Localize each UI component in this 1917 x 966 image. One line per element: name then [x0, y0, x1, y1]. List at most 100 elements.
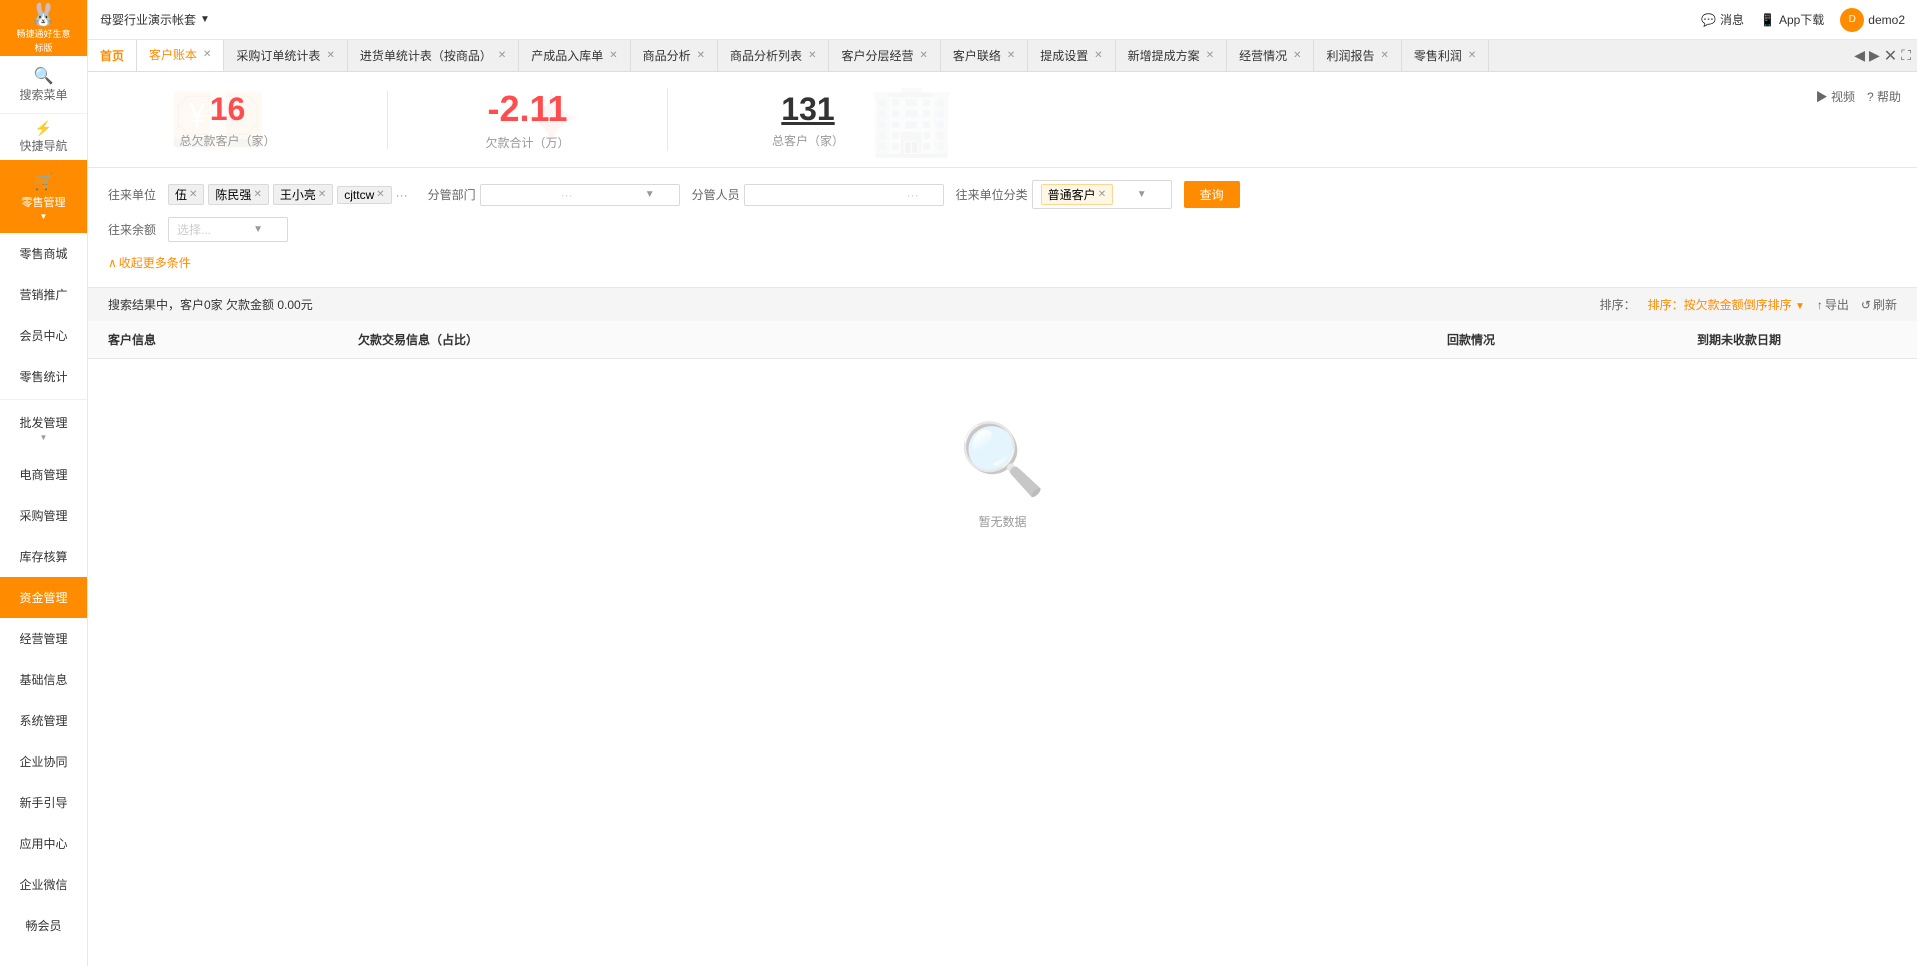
query-button[interactable]: 查询 [1184, 181, 1240, 208]
filter-row-2: 往来余额 选择... ▼ [108, 217, 1897, 242]
env-dropdown-icon: ▼ [200, 14, 210, 25]
tab-customer-contact[interactable]: 客户联络 ✕ [941, 40, 1028, 72]
tab-profit-report[interactable]: 利润报告 ✕ [1314, 40, 1401, 72]
unit-filter-label: 往来单位 [108, 186, 156, 203]
tab-close-tier[interactable]: ✕ [919, 50, 927, 61]
header-left: 母婴行业演示帐套 ▼ [100, 11, 210, 28]
tab-retail-profit[interactable]: 零售利润 ✕ [1402, 40, 1489, 72]
dept-label: 分管部门 [428, 186, 476, 203]
sidebar-logo: 🐰 畅捷通好生意 标版 [0, 0, 87, 56]
empty-state: 🔍 暂无数据 [88, 359, 1917, 590]
stat-total-customers: 131 总客户（家） [668, 91, 948, 149]
search-result-bar: 搜索结果中，客户0家 欠款金额 0.00元 排序： 排序：按欠款金额倒序排序 ▼… [88, 288, 1917, 321]
tab-close-all-icon[interactable]: ✕ [1884, 46, 1897, 66]
tab-close-account-book[interactable]: ✕ [203, 49, 211, 60]
tab-product-analysis-list[interactable]: 商品分析列表 ✕ [718, 40, 829, 72]
tab-inbound-stats[interactable]: 进货单统计表（按商品） ✕ [348, 40, 519, 72]
sidebar-item-guide[interactable]: 新手引导 [0, 782, 87, 823]
tag-wang: 王小亮 ✕ [273, 184, 333, 205]
export-btn[interactable]: ↑ 导出 [1817, 296, 1849, 313]
tab-expand-icon[interactable]: ⛶ [1901, 47, 1911, 64]
tag-chen-remove[interactable]: ✕ [253, 189, 261, 200]
user-avatar[interactable]: D demo2 [1840, 8, 1905, 32]
sidebar-item-marketing[interactable]: 营销推广 [0, 274, 87, 315]
tab-home[interactable]: 首页 [88, 40, 137, 72]
filter-more-tags[interactable]: ··· [396, 188, 408, 202]
sidebar-item-finance[interactable]: 资金管理 [0, 577, 87, 618]
tab-close-add-commission[interactable]: ✕ [1206, 50, 1214, 61]
video-help-btn[interactable]: ▶ 视频 [1816, 88, 1855, 105]
tab-purchase-order[interactable]: 采购订单统计表 ✕ [224, 40, 347, 72]
sidebar-item-purchase[interactable]: 采购管理 [0, 495, 87, 536]
tab-commission-setting[interactable]: 提成设置 ✕ [1028, 40, 1115, 72]
sidebar-item-operation[interactable]: 经营管理 [0, 618, 87, 659]
filter-row-1: 往来单位 伍 ✕ 陈民强 ✕ 王小亮 ✕ cjttcw [108, 180, 1897, 209]
unit-type-label: 往来单位分类 [956, 186, 1028, 203]
tab-close-commission[interactable]: ✕ [1094, 50, 1102, 61]
tab-close-analysis[interactable]: ✕ [697, 50, 705, 61]
sidebar-item-system[interactable]: 系统管理 [0, 700, 87, 741]
sidebar-item-vip[interactable]: 畅会员 [0, 905, 87, 946]
messages-btn[interactable]: 💬 消息 [1701, 11, 1744, 28]
tab-bar: 首页 客户账本 ✕ 采购订单统计表 ✕ 进货单统计表（按商品） ✕ 产成品入库单… [88, 40, 1917, 72]
tab-close-purchase[interactable]: ✕ [326, 50, 334, 61]
tab-close-retail[interactable]: ✕ [1468, 50, 1476, 61]
tab-close-operation[interactable]: ✕ [1293, 50, 1301, 61]
tab-close-profit[interactable]: ✕ [1381, 50, 1389, 61]
refresh-btn[interactable]: ↺ 刷新 [1861, 296, 1897, 313]
tab-close-analysis-list[interactable]: ✕ [808, 50, 816, 61]
sidebar-item-quicknav[interactable]: ⚡ 快捷导航 [0, 114, 87, 160]
tab-close-product[interactable]: ✕ [609, 50, 617, 61]
person-select[interactable]: ··· [744, 184, 944, 206]
tab-close-contact[interactable]: ✕ [1007, 50, 1015, 61]
dept-select[interactable]: ··· ▼ [480, 184, 680, 206]
tab-close-inbound[interactable]: ✕ [498, 50, 506, 61]
sidebar-item-basic[interactable]: 基础信息 [0, 659, 87, 700]
sidebar-item-wechat[interactable]: 企业微信 [0, 864, 87, 905]
col-credit-info: 欠款交易信息（占比） [358, 331, 1447, 348]
export-icon: ↑ [1817, 298, 1823, 312]
tab-next-icon[interactable]: ▶ [1869, 47, 1880, 64]
download-icon: 📱 [1760, 13, 1775, 27]
sidebar-item-member[interactable]: 会员中心 [0, 315, 87, 356]
sidebar-item-retail-stat[interactable]: 零售统计 [0, 356, 87, 397]
stat-credit-customers-label: 总欠款客户（家） [179, 132, 275, 149]
text-help-btn[interactable]: ? 帮助 [1867, 88, 1901, 105]
tab-customer-tier[interactable]: 客户分层经营 ✕ [829, 40, 940, 72]
tag-cjttcw: cjttcw ✕ [337, 186, 391, 204]
stat-credit-customers: 16 总欠款客户（家） [108, 91, 388, 149]
app-download-btn[interactable]: 📱 App下载 [1760, 11, 1824, 28]
sidebar-item-collab[interactable]: 企业协同 [0, 741, 87, 782]
tag-wu-remove[interactable]: ✕ [189, 189, 197, 200]
sidebar-item-retail[interactable]: 🛒 零售管理 ▼ [0, 160, 87, 233]
dept-dropdown-icon: ▼ [645, 189, 655, 200]
sidebar-item-retail-mall[interactable]: 零售商城 [0, 233, 87, 274]
refresh-icon: ↺ [1861, 298, 1871, 312]
tag-cjttcw-remove[interactable]: ✕ [376, 189, 384, 200]
env-selector[interactable]: 母婴行业演示帐套 ▼ [100, 11, 210, 28]
sidebar-item-inventory[interactable]: 库存核算 [0, 536, 87, 577]
table-area: 客户信息 欠款交易信息（占比） 回款情况 到期未收款日期 🔍 暂无数据 [88, 321, 1917, 966]
tab-product-analysis[interactable]: 商品分析 ✕ [631, 40, 718, 72]
env-label: 母婴行业演示帐套 [100, 11, 196, 28]
tab-operation[interactable]: 经营情况 ✕ [1227, 40, 1314, 72]
tab-prev-icon[interactable]: ◀ [1854, 47, 1865, 64]
unit-type-select[interactable]: 普通客户 ✕ ▼ [1032, 180, 1172, 209]
logo-icon: 🐰 [30, 2, 57, 28]
balance-select[interactable]: 选择... ▼ [168, 217, 288, 242]
tag-wang-remove[interactable]: ✕ [318, 189, 326, 200]
sidebar-item-wholesale[interactable]: 批发管理 ▼ [0, 402, 87, 454]
tab-account-book[interactable]: 客户账本 ✕ [137, 40, 224, 72]
sort-select[interactable]: 排序：按欠款金额倒序排序 ▼ [1648, 296, 1805, 313]
sidebar-item-search[interactable]: 🔍 搜索菜单 [0, 56, 87, 114]
sidebar-item-appcenter[interactable]: 应用中心 [0, 823, 87, 864]
tab-add-commission[interactable]: 新增提成方案 ✕ [1116, 40, 1227, 72]
tab-product-inbound[interactable]: 产成品入库单 ✕ [519, 40, 630, 72]
collapse-icon: ∧ [108, 256, 117, 270]
top-header: 母婴行业演示帐套 ▼ 💬 消息 📱 App下载 D demo2 [88, 0, 1917, 40]
tag-normal-remove[interactable]: ✕ [1098, 189, 1106, 200]
sidebar-item-ecommerce[interactable]: 电商管理 [0, 454, 87, 495]
stat-credit-customers-value: 16 [210, 91, 246, 128]
col-repayment: 回款情况 [1447, 331, 1697, 348]
collapse-button[interactable]: ∧ 收起更多条件 [108, 254, 1897, 271]
